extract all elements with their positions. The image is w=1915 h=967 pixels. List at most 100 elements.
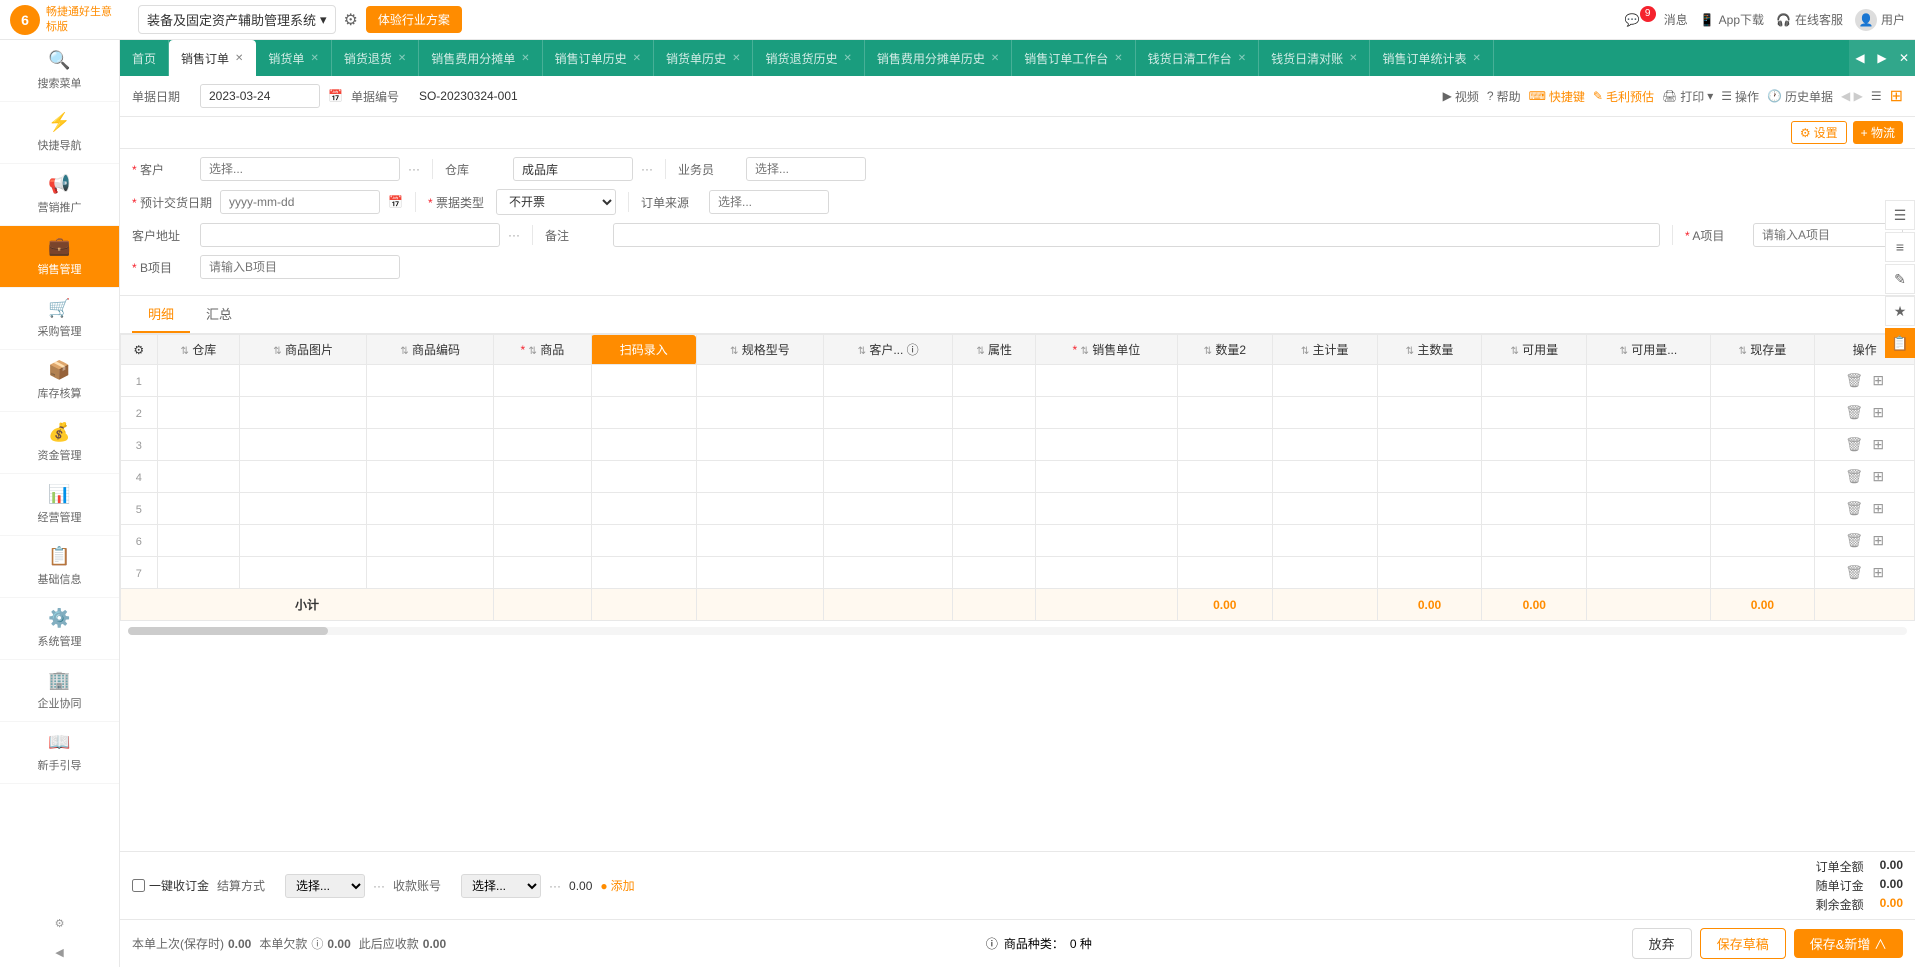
notification-item[interactable]: 💬 9 消息 [1625,11,1688,28]
gear-icon[interactable]: ⚙ [344,10,358,30]
address-input[interactable] [200,223,500,247]
history-action[interactable]: 🕐 历史单据 [1767,88,1833,105]
save-new-button[interactable]: 保存&新增 ∧ [1794,929,1903,958]
row-1-main-unit[interactable] [1272,365,1377,397]
row-1-attr[interactable] [953,365,1036,397]
customer-more[interactable]: ··· [408,162,420,176]
row-1-code[interactable] [367,365,494,397]
float-btn-2[interactable]: ≡ [1885,232,1915,262]
sidebar-item-operations[interactable]: 📊 经营管理 [0,474,119,536]
tab-invoice-history[interactable]: 销货单历史 ✕ [654,40,753,76]
payment-method-more[interactable]: ··· [373,879,385,893]
row-1-warehouse[interactable] [157,365,240,397]
warehouse-more[interactable]: ··· [641,162,653,176]
date-input[interactable] [200,84,320,108]
row-1-main-qty[interactable] [1377,365,1482,397]
row-1-spec[interactable] [696,365,823,397]
profit-action[interactable]: ✎ 毛利预估 [1593,88,1654,105]
sidebar-item-search[interactable]: 🔍 搜索菜单 [0,40,119,102]
remarks-input[interactable] [613,223,1660,247]
row-1-product[interactable] [494,365,591,397]
row-2-copy[interactable]: ⊞ [1869,402,1887,423]
tab-order-workbench[interactable]: 销售订单工作台 ✕ [1012,40,1135,76]
save-draft-button[interactable]: 保存草稿 [1700,928,1786,959]
row-4-copy[interactable]: ⊞ [1869,466,1887,487]
tab-close-expense-history[interactable]: ✕ [991,53,999,64]
row-5-delete[interactable]: 🗑 [1842,498,1866,519]
row-1-customer-no[interactable] [823,365,952,397]
tab-close-return-history[interactable]: ✕ [843,53,851,64]
delivery-date-input[interactable] [220,190,380,214]
row-3-delete[interactable]: 🗑 [1842,434,1866,455]
tab-summary[interactable]: 汇总 [190,296,248,333]
account-more[interactable]: ··· [549,879,561,893]
tab-stats[interactable]: 销售订单统计表 ✕ [1370,40,1493,76]
settings-button[interactable]: ⚙ 设置 [1791,121,1847,144]
tab-sales-order[interactable]: 销售订单 ✕ [169,40,256,76]
fullscreen-icon[interactable]: ⊞ [1890,86,1903,106]
float-btn-3[interactable]: ✎ [1885,264,1915,294]
row-1-copy[interactable]: ⊞ [1869,370,1887,391]
sidebar-item-guide[interactable]: 📖 新手引导 [0,722,119,784]
row-4-delete[interactable]: 🗑 [1842,466,1866,487]
sidebar-item-finance[interactable]: 💰 资金管理 [0,412,119,474]
account-select[interactable]: 选择... [461,874,541,898]
solution-button[interactable]: 体验行业方案 [366,6,462,33]
tab-close-sales-order[interactable]: ✕ [235,53,243,64]
calendar-icon[interactable]: 📅 [328,89,343,103]
tab-order-history[interactable]: 销售订单历史 ✕ [543,40,654,76]
online-service-item[interactable]: 🎧 在线客服 [1776,11,1843,28]
row-5-copy[interactable]: ⊞ [1869,498,1887,519]
row-1-delete[interactable]: 🗑 [1842,370,1866,391]
one-click-checkbox[interactable] [132,879,145,892]
preview-action[interactable]: ▶ 视频 [1443,88,1479,105]
warehouse-input[interactable] [513,157,633,181]
tab-close-sales-return[interactable]: ✕ [398,53,406,64]
add-logistics-button[interactable]: + 物流 [1853,121,1903,144]
tab-next-button[interactable]: ▶ [1871,40,1893,76]
float-btn-4[interactable]: ★ [1885,296,1915,326]
customer-input[interactable] [200,157,400,181]
sidebar-item-system[interactable]: ⚙️ 系统管理 [0,598,119,660]
sidebar-item-sales[interactable]: 💼 销售管理 [0,226,119,288]
b-project-input[interactable] [200,255,400,279]
sidebar-item-inventory[interactable]: 📦 库存核算 [0,350,119,412]
operations-action[interactable]: ☰ 操作 [1721,88,1759,105]
tab-close-daily-reconcile[interactable]: ✕ [1349,53,1357,64]
shortcut-action[interactable]: ⌨ 快捷键 [1529,88,1585,105]
sidebar-item-quicknav[interactable]: ⚡ 快捷导航 [0,102,119,164]
print-action[interactable]: 🖨 打印 ▾ [1662,88,1713,105]
tab-prev-button[interactable]: ◀ [1849,40,1871,76]
one-click-checkbox-label[interactable]: 一键收订金 [132,877,209,894]
tab-expense-history[interactable]: 销售费用分摊单历史 ✕ [865,40,1012,76]
sidebar-collapse[interactable]: ◀ [0,938,119,967]
row-1-qty2[interactable] [1177,365,1272,397]
invoice-type-select[interactable]: 不开票 增值税专用发票 普通发票 [496,189,616,215]
tab-menu-button[interactable]: ✕ [1893,40,1915,76]
sidebar-item-basic[interactable]: 📋 基础信息 [0,536,119,598]
user-avatar[interactable]: 👤 用户 [1855,9,1905,31]
row-6-copy[interactable]: ⊞ [1869,530,1887,551]
tab-home[interactable]: 首页 [120,40,169,76]
system-title[interactable]: 装备及固定资产辅助管理系统 ▾ [138,5,336,34]
tab-close-order-workbench[interactable]: ✕ [1114,53,1122,64]
row-3-copy[interactable]: ⊞ [1869,434,1887,455]
sidebar-item-marketing[interactable]: 📢 营销推广 [0,164,119,226]
tab-sales-return[interactable]: 销货退货 ✕ [332,40,419,76]
discard-button[interactable]: 放弃 [1632,928,1692,959]
sidebar-item-purchase[interactable]: 🛒 采购管理 [0,288,119,350]
tab-expense-split[interactable]: 销售费用分摊单 ✕ [419,40,542,76]
row-6-delete[interactable]: 🗑 [1842,530,1866,551]
float-btn-1[interactable]: ☰ [1885,200,1915,230]
tab-close-sales-invoice[interactable]: ✕ [310,53,318,64]
app-download-item[interactable]: 📱 App下载 [1700,11,1764,28]
tab-sales-invoice[interactable]: 销货单 ✕ [256,40,331,76]
float-btn-5[interactable]: 📋 [1885,328,1915,358]
sidebar-item-enterprise[interactable]: 🏢 企业协同 [0,660,119,722]
tab-return-history[interactable]: 销货退货历史 ✕ [753,40,864,76]
delivery-calendar-icon[interactable]: 📅 [388,195,403,209]
row-2-delete[interactable]: 🗑 [1842,402,1866,423]
a-project-input[interactable] [1753,223,1903,247]
tab-daily-reconcile[interactable]: 钱货日清对账 ✕ [1259,40,1370,76]
payment-method-select[interactable]: 选择... [285,874,365,898]
